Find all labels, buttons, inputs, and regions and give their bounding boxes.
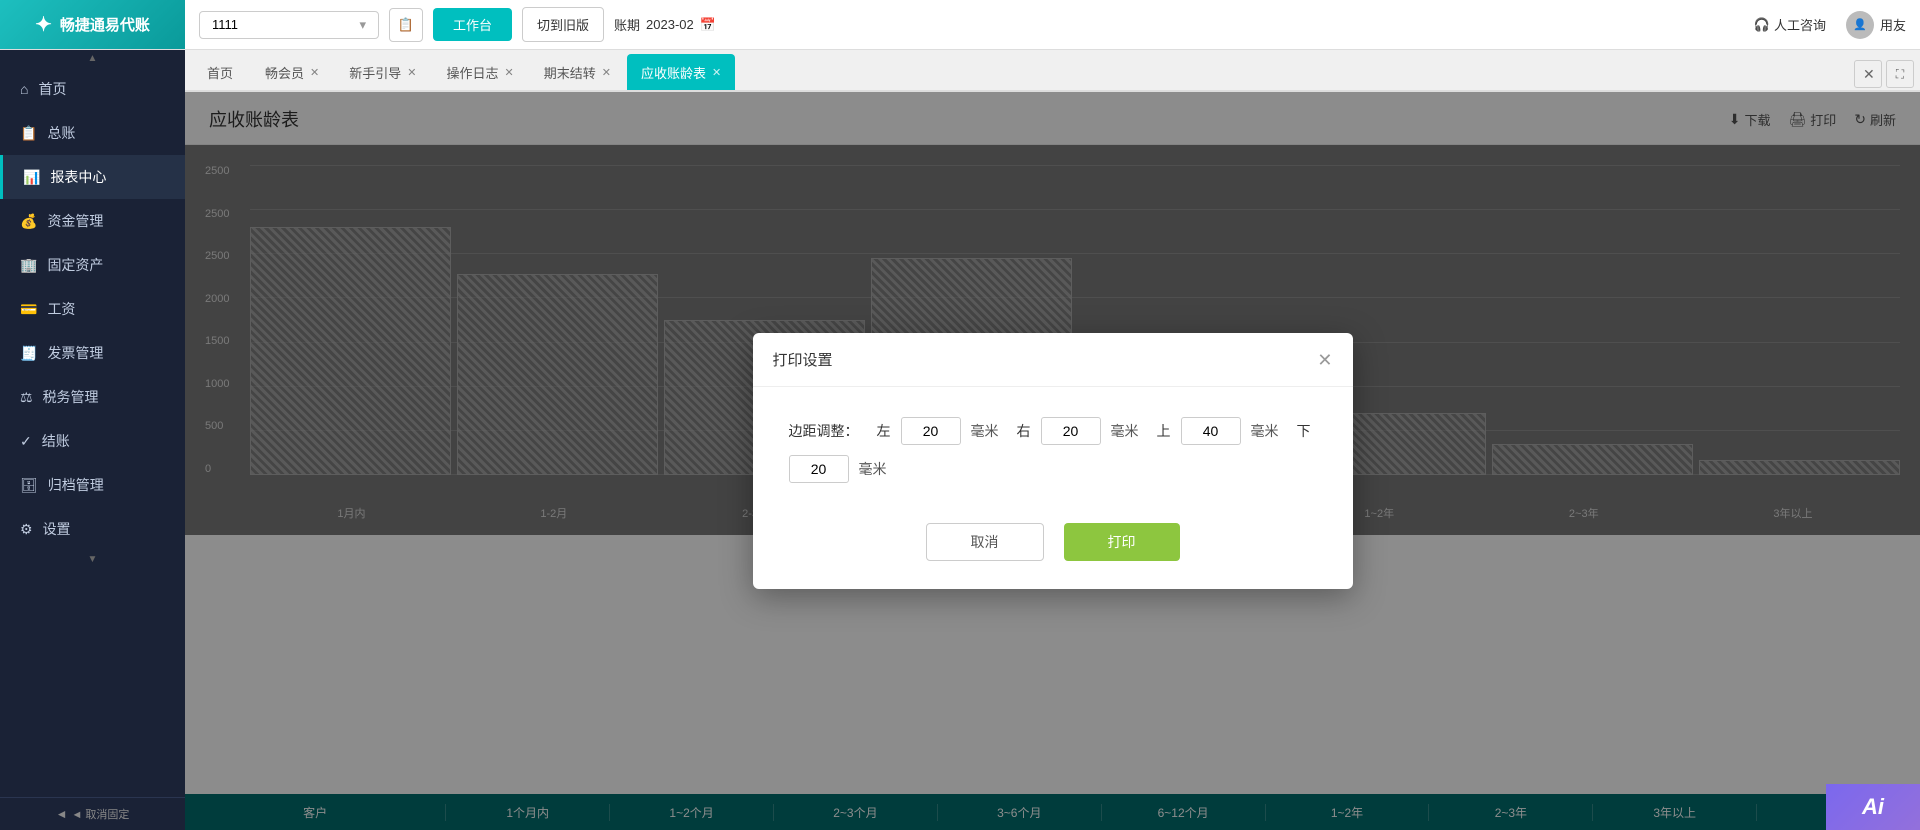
workbench-button[interactable]: 工作台: [433, 8, 512, 41]
checkout-icon: ✓: [20, 433, 32, 450]
top-unit: 毫米: [1251, 421, 1279, 441]
sidebar-item-assets[interactable]: 🏢 固定资产: [0, 243, 185, 287]
sidebar-item-settings[interactable]: ⚙ 设置: [0, 507, 185, 551]
period-value: 2023-02: [646, 17, 694, 32]
sidebar-item-checkout[interactable]: ✓ 结账: [0, 419, 185, 463]
sidebar: ▲ ⌂ 首页 📋 总账 📊 报表中心 💰 资金管理 🏢 固定资产 💳 工资 🧾: [0, 50, 185, 830]
print-settings-modal: 打印设置 ✕ 边距调整： 左 毫米 右 毫米 上: [753, 333, 1353, 589]
invoice-icon: 🧾: [20, 345, 37, 362]
sidebar-item-funds[interactable]: 💰 资金管理: [0, 199, 185, 243]
top-margin-input[interactable]: [1181, 417, 1241, 445]
logo-text: 畅捷通易代账: [60, 14, 150, 35]
tab-aging-close[interactable]: ✕: [712, 66, 721, 79]
ledger-icon: 📋: [20, 125, 37, 142]
right-margin-input[interactable]: [1041, 417, 1101, 445]
tab-member[interactable]: 畅会员 ✕: [251, 54, 333, 90]
modal-header: 打印设置 ✕: [753, 333, 1353, 387]
sidebar-item-reports[interactable]: 📊 报表中心: [0, 155, 185, 199]
funds-icon: 💰: [20, 213, 37, 230]
user-area[interactable]: 👤 用友: [1846, 11, 1906, 39]
account-period: 账期 2023-02 📅: [614, 15, 716, 34]
left-margin-input[interactable]: [901, 417, 961, 445]
tab-member-close[interactable]: ✕: [310, 66, 319, 79]
tab-guide[interactable]: 新手引导 ✕: [335, 54, 430, 90]
home-icon: ⌂: [20, 81, 28, 97]
logo: ✦ 畅捷通易代账: [0, 0, 185, 49]
left-unit: 毫米: [971, 421, 999, 441]
archive2-icon: 🗄: [20, 477, 38, 494]
sidebar-item-home[interactable]: ⌂ 首页: [0, 67, 185, 111]
calendar-icon[interactable]: 📅: [700, 17, 716, 33]
sidebar-scroll-up[interactable]: ▲: [0, 50, 185, 67]
cancel-button[interactable]: 取消: [926, 523, 1044, 561]
headset-icon: 🎧: [1754, 17, 1770, 33]
modal-close-btn[interactable]: ✕: [1317, 351, 1332, 369]
bottom-unit: 毫米: [859, 459, 887, 479]
archive-btn[interactable]: 📋: [389, 8, 423, 42]
sidebar-item-salary[interactable]: 💳 工资: [0, 287, 185, 331]
user-name: 用友: [1880, 15, 1906, 34]
tax-icon: ⚖: [20, 389, 33, 406]
company-selector[interactable]: 1111 ▾: [199, 11, 379, 39]
modal-body: 边距调整： 左 毫米 右 毫米 上 毫米 下 毫: [753, 387, 1353, 513]
sidebar-scroll-down[interactable]: ▼: [0, 551, 185, 568]
tab-period[interactable]: 期末结转 ✕: [530, 54, 625, 90]
assets-icon: 🏢: [20, 257, 37, 274]
right-label: 右: [1017, 421, 1031, 441]
reports-icon: 📊: [23, 169, 40, 186]
tab-aging[interactable]: 应收账龄表 ✕: [627, 54, 735, 90]
sidebar-item-archive[interactable]: 🗄 归档管理: [0, 463, 185, 507]
dropdown-icon: ▾: [359, 17, 366, 33]
right-unit: 毫米: [1111, 421, 1139, 441]
tab-maximize-btn[interactable]: ⛶: [1886, 60, 1914, 88]
sidebar-item-ledger[interactable]: 📋 总账: [0, 111, 185, 155]
modal-title: 打印设置: [773, 349, 833, 370]
left-label: 左: [877, 421, 891, 441]
bottom-margin-input[interactable]: [789, 455, 849, 483]
tab-home[interactable]: 首页: [191, 54, 249, 90]
archive-icon: 📋: [398, 17, 414, 33]
tab-guide-close[interactable]: ✕: [407, 66, 416, 79]
tab-close-btn[interactable]: ✕: [1854, 60, 1882, 88]
salary-icon: 💳: [20, 301, 37, 318]
modal-footer: 取消 打印: [753, 513, 1353, 589]
ai-badge[interactable]: Ai: [1826, 784, 1920, 830]
sidebar-item-tax[interactable]: ⚖ 税务管理: [0, 375, 185, 419]
logo-icon: ✦: [35, 12, 52, 37]
company-name: 1111: [212, 17, 351, 32]
modal-overlay: 打印设置 ✕ 边距调整： 左 毫米 右 毫米 上: [185, 92, 1920, 830]
support-link[interactable]: 🎧 人工咨询: [1754, 15, 1826, 34]
confirm-print-button[interactable]: 打印: [1064, 523, 1180, 561]
margin-label: 边距调整：: [789, 421, 859, 441]
tab-oplog[interactable]: 操作日志 ✕: [432, 54, 527, 90]
tab-period-close[interactable]: ✕: [602, 66, 611, 79]
tab-bar: 首页 畅会员 ✕ 新手引导 ✕ 操作日志 ✕ 期末结转 ✕ 应收账龄表 ✕: [185, 50, 1920, 92]
top-label: 上: [1157, 421, 1171, 441]
avatar: 👤: [1846, 11, 1874, 39]
bottom-label: 下: [1297, 421, 1311, 441]
collapse-icon: ◄: [56, 807, 68, 821]
sidebar-item-invoice[interactable]: 🧾 发票管理: [0, 331, 185, 375]
tab-oplog-close[interactable]: ✕: [505, 66, 514, 79]
sidebar-collapse[interactable]: ◄ ◄ 取消固定: [0, 797, 185, 830]
settings-icon: ⚙: [20, 521, 33, 538]
old-version-button[interactable]: 切到旧版: [522, 7, 604, 42]
